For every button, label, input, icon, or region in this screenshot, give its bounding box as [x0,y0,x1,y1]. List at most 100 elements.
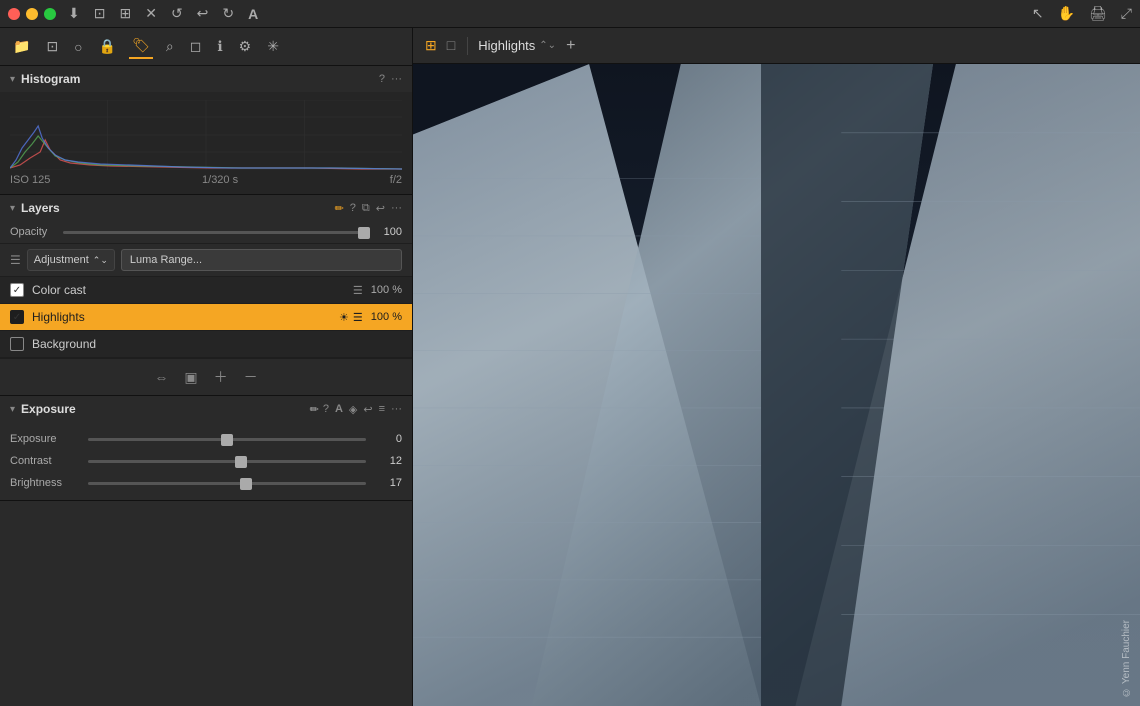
exposure-body: Exposure 0 Contrast 12 Brightness [0,422,412,500]
layer-item-colorcast[interactable]: ✓ Color cast ☰ 100 % [0,277,412,304]
layers-more-icon[interactable]: ··· [391,202,402,214]
expand-icon[interactable]: ⤢ [1121,5,1132,22]
layer-add-icon[interactable]: ＋ [214,367,228,387]
folder-tool-icon[interactable]: 📁 [10,35,33,58]
layers-copy-icon[interactable]: ⧉ [362,202,370,215]
redo-icon[interactable]: ↻ [222,5,234,22]
exposure-more-icon[interactable]: ··· [391,403,402,415]
adjustment-select[interactable]: Adjustment ⌃⌄ [27,249,115,271]
print-icon[interactable]: 🖨 [1089,5,1107,22]
download-icon[interactable]: ⬇ [68,5,80,22]
histogram-meta: ISO 125 1/320 s f/2 [10,174,402,186]
histogram-title: Histogram [21,72,379,86]
toolbar-right: ↖ ✋ 🖨 ⤢ [1032,5,1132,22]
colorcast-name: Color cast [32,283,345,297]
opacity-row: Opacity 100 [0,221,412,244]
layer-list: ✓ Color cast ☰ 100 % ✓ Highlights ☀ ☰ [0,277,412,358]
exposure-edit-icon[interactable]: ✏ [310,403,319,416]
layers-collapse-icon: ▾ [10,203,15,214]
hand-icon[interactable]: ✋ [1058,5,1075,22]
layers-edit-icon[interactable]: ✏ [335,202,344,215]
histogram-header[interactable]: ▾ Histogram ? ··· [0,66,412,92]
opacity-slider[interactable] [63,231,364,234]
contrast-slider[interactable] [88,460,366,463]
colorcast-checkbox[interactable]: ✓ [10,283,24,297]
exposure-undo-icon[interactable]: ↩ [363,403,372,416]
highlights-icons: ☀ ☰ [339,311,363,324]
exposure-list-icon[interactable]: ≡ [379,403,385,415]
highlights-sliders-icon: ☰ [353,311,363,324]
close-icon[interactable]: ✕ [145,5,157,22]
text-icon[interactable]: A [248,6,258,22]
layers-help-icon[interactable]: ? [350,202,356,214]
exposure-label: Exposure [10,433,80,445]
single-view-icon[interactable]: □ [445,35,457,56]
undo2-icon[interactable]: ↩ [197,5,209,22]
grid-icon[interactable]: ⊞ [119,5,131,22]
background-name: Background [32,337,386,351]
main-layout: 📁 ⊡ ○ 🔒 🏷 ⌕ ◻ ℹ ⚙ ✳ ▾ Histogram ? ··· [0,28,1140,706]
titlebar: ⬇ ⊡ ⊞ ✕ ↺ ↩ ↻ A ↖ ✋ 🖨 ⤢ [0,0,1140,28]
layer-adjust-icon[interactable]: ⇔ [154,369,168,385]
tag-tool-icon[interactable]: 🏷 [129,34,153,59]
histogram-chart [10,100,402,170]
layer-remove-icon[interactable]: － [244,367,258,387]
layer-item-highlights[interactable]: ✓ Highlights ☀ ☰ 100 % [0,304,412,331]
opacity-value: 100 [372,226,402,238]
layers-header-icons: ? ⧉ ↩ ··· [350,202,402,215]
search-tool-icon[interactable]: ⌕ [163,35,177,58]
brightness-slider[interactable] [88,482,366,485]
histogram-help-icon[interactable]: ? [379,73,385,85]
luma-range-button[interactable]: Luma Range... [121,249,402,271]
layers-header[interactable]: ▾ Layers ✏ ? ⧉ ↩ ··· [0,195,412,221]
brightness-value: 17 [374,477,402,489]
settings-tool-icon[interactable]: ⚙ [236,35,255,58]
background-checkbox[interactable] [10,337,24,351]
layer-name-selector[interactable]: Highlights ⌃⌄ [478,38,556,53]
colorcast-pct: 100 % [371,284,402,296]
exposure-color-icon[interactable]: ◈ [349,403,357,416]
layer-actions: ⇔ ▣ ＋ － [0,358,412,395]
maximize-button[interactable] [44,8,56,20]
layer-item-background[interactable]: Background [0,331,412,358]
camera-icon[interactable]: ⊡ [94,5,106,22]
iso-label: ISO 125 [10,174,50,186]
viewer-layer-name: Highlights [478,38,535,53]
cursor-icon[interactable]: ↖ [1032,5,1044,22]
highlights-checkbox[interactable]: ✓ [10,310,24,324]
histogram-actions: ? ··· [379,73,402,85]
brightness-label: Brightness [10,477,80,489]
layers-section: ▾ Layers ✏ ? ⧉ ↩ ··· Opacity 100 [0,195,412,396]
info-tool-icon[interactable]: ℹ [214,35,225,58]
add-layer-icon[interactable]: + [566,37,575,55]
exposure-header[interactable]: ▾ Exposure ✏ ? A ◈ ↩ ≡ ··· [0,396,412,422]
histogram-collapse-icon: ▾ [10,74,15,85]
layer-selector-chevron-icon: ⌃⌄ [539,40,556,51]
layer-mask-icon[interactable]: ▣ [184,369,197,386]
close-button[interactable] [8,8,20,20]
brightness-row: Brightness 17 [10,472,402,494]
adjustment-label: Adjustment [34,254,89,266]
shutter-label: 1/320 s [202,174,238,186]
exposure-collapse-icon: ▾ [10,404,15,415]
layers-title: Layers [21,201,335,215]
histogram-more-icon[interactable]: ··· [391,73,402,85]
camera-tool-icon[interactable]: ⊡ [43,35,61,58]
traffic-lights [8,8,56,20]
minimize-button[interactable] [26,8,38,20]
layers-undo-icon[interactable]: ↩ [376,202,385,215]
highlights-name: Highlights [32,310,331,324]
circle-tool-icon[interactable]: ○ [71,36,85,58]
exposure-header-icons: ? A ◈ ↩ ≡ ··· [323,403,402,416]
exposure-slider[interactable] [88,438,366,441]
exposure-section: ▾ Exposure ✏ ? A ◈ ↩ ≡ ··· Exposure [0,396,412,501]
histogram-canvas [10,100,402,170]
lock-tool-icon[interactable]: 🔒 [96,35,119,58]
exposure-help-icon[interactable]: ? [323,403,329,415]
exposure-auto-icon[interactable]: A [335,403,343,415]
advanced-tool-icon[interactable]: ✳ [264,35,282,58]
note-tool-icon[interactable]: ◻ [187,35,205,58]
luma-range-label: Luma Range... [130,254,202,266]
undo-icon[interactable]: ↺ [171,5,183,22]
grid-view-icon[interactable]: ⊞ [423,35,439,56]
